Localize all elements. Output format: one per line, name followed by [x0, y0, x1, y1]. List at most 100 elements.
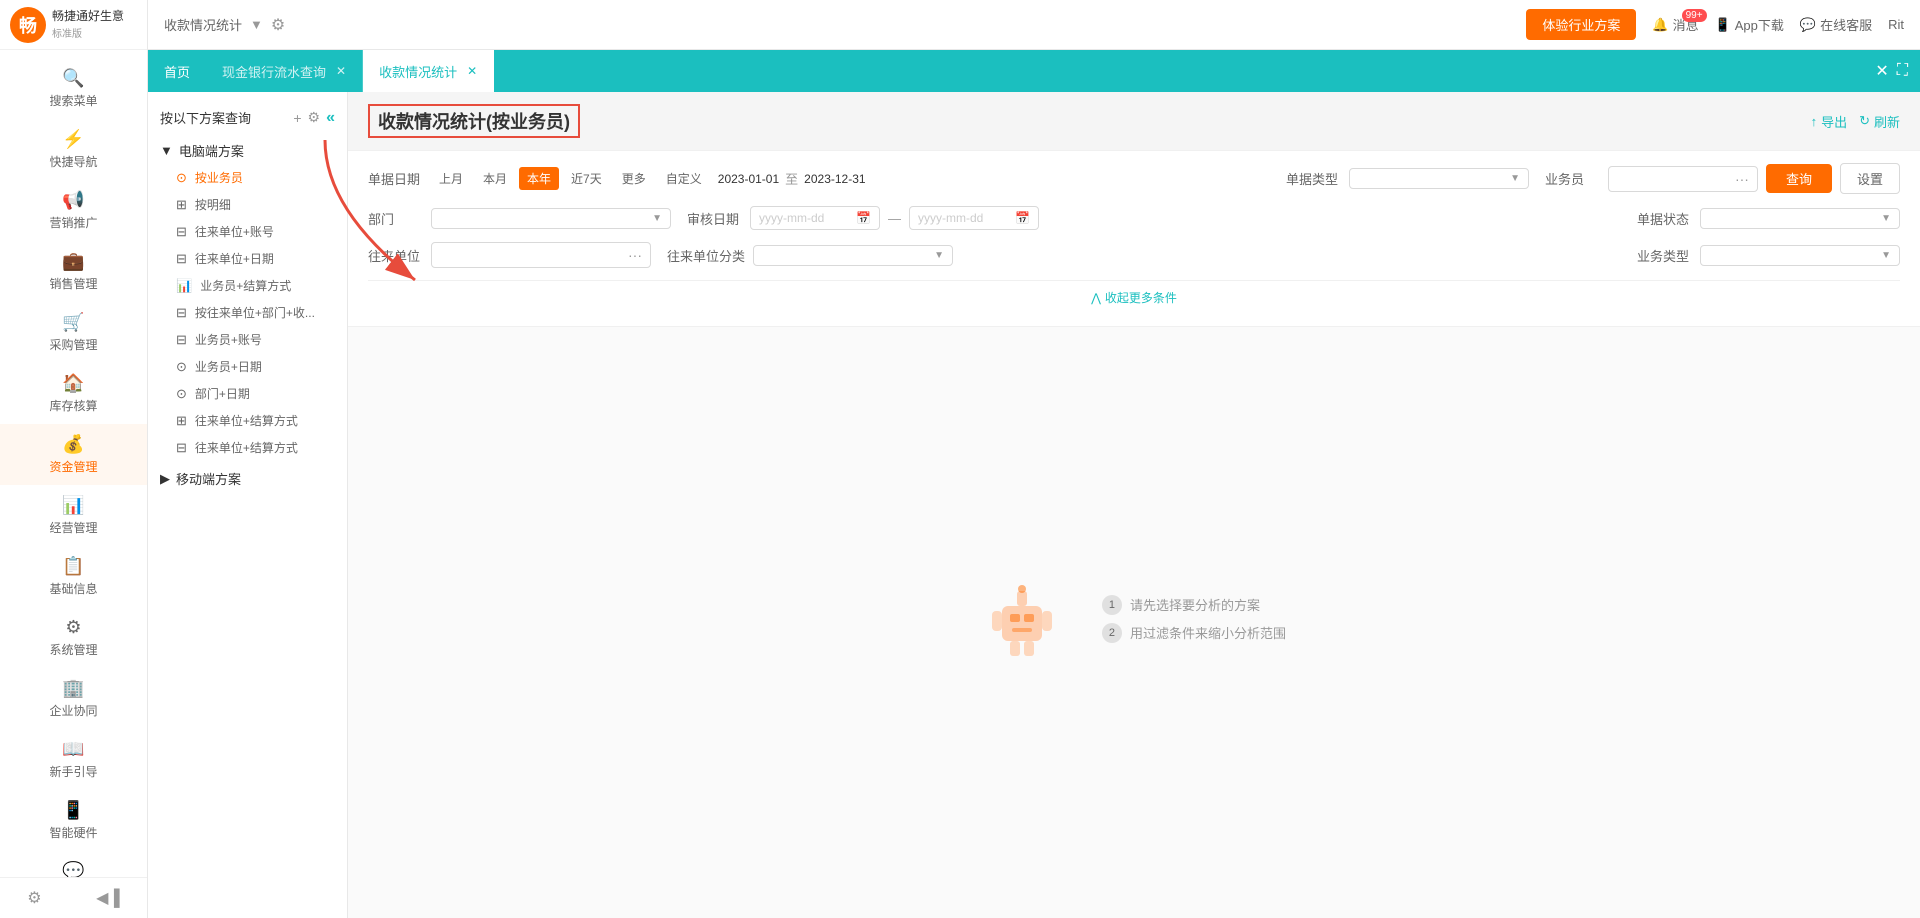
sidebar-item-wechat[interactable]: 💬 企业微信	[0, 851, 147, 877]
settings-footer-icon[interactable]: ⚙	[27, 888, 41, 908]
scheme-item-10[interactable]: ⊟ 往来单位+结算方式	[148, 434, 347, 461]
scheme-item-1[interactable]: ⊞ 按明细	[148, 191, 347, 218]
scheme-item-label-6: 业务员+账号	[195, 331, 262, 348]
sidebar-item-inventory[interactable]: 🏠 库存核算	[0, 363, 147, 424]
filter-date: 单据日期 上月 本月 本年 近7天 更多 自定义 2023-01-01 至	[368, 167, 866, 190]
sidebar-item-hardware[interactable]: 📱 智能硬件	[0, 790, 147, 851]
export-button[interactable]: ↑ 导出	[1811, 112, 1848, 131]
app-download-area[interactable]: 📱 App下载	[1715, 15, 1784, 34]
desktop-group-title[interactable]: ▼ 电脑端方案	[148, 137, 347, 164]
maximize-icon[interactable]: ⛶	[1897, 62, 1908, 80]
scheme-item-8[interactable]: ⊙ 部门+日期	[148, 380, 347, 407]
filter-doc-status: 单据状态 ▼	[1637, 208, 1900, 229]
date-tab-more[interactable]: 更多	[614, 167, 654, 190]
chevron-right-group-icon: ▶	[160, 471, 170, 487]
query-button[interactable]: 查询	[1766, 164, 1832, 193]
add-scheme-button[interactable]: +	[293, 110, 301, 126]
step-label-1: 请先选择要分析的方案	[1130, 595, 1260, 614]
topbar: 收款情况统计 ▼ ⚙ 体验行业方案 🔔 99+ 消息 📱 App下载 💬 在线客…	[148, 0, 1920, 50]
online-service-area[interactable]: 💬 在线客服	[1800, 15, 1872, 34]
date-divider: —	[888, 211, 901, 226]
scheme-settings-button[interactable]: ⚙	[308, 109, 321, 126]
collapse-scheme-button[interactable]: «	[326, 109, 335, 127]
scheme-item-icon-5: ⊟	[176, 305, 187, 321]
scheme-item-3[interactable]: ⊟ 往来单位+日期	[148, 245, 347, 272]
scheme-item-icon-3: ⊟	[176, 251, 187, 267]
sidebar-item-quicknav[interactable]: ⚡ 快捷导航	[0, 119, 147, 180]
biz-type-select[interactable]: ▼	[1700, 245, 1900, 266]
salesperson-select[interactable]: ···	[1608, 166, 1758, 192]
enterprise-icon: 🏢	[62, 678, 84, 699]
scheme-item-5[interactable]: ⊟ 按往来单位+部门+收...	[148, 299, 347, 326]
collapse-row: ⋀ 收起更多条件	[368, 280, 1900, 314]
doc-status-select[interactable]: ▼	[1700, 208, 1900, 229]
collapse-label: 收起更多条件	[1105, 289, 1177, 306]
doc-type-select[interactable]: ▼	[1349, 168, 1529, 189]
sidebar-item-marketing[interactable]: 📢 营销推广	[0, 180, 147, 241]
scheme-item-0[interactable]: ⊙ 按业务员	[148, 164, 347, 191]
doc-type-label: 单据类型	[1286, 169, 1341, 188]
scheme-item-7[interactable]: ⊙ 业务员+日期	[148, 353, 347, 380]
gear-topbar-icon[interactable]: ⚙	[271, 15, 285, 35]
collapse-link[interactable]: ⋀ 收起更多条件	[1091, 289, 1177, 306]
tab-home[interactable]: 首页	[148, 50, 206, 92]
refresh-button[interactable]: ↻ 刷新	[1859, 112, 1900, 131]
sidebar-item-finance[interactable]: 💰 资金管理	[0, 424, 147, 485]
user-area[interactable]: Rit	[1888, 17, 1904, 32]
home-label: 首页	[164, 62, 190, 81]
empty-illustration	[982, 576, 1062, 669]
date-tab-this-year[interactable]: 本年	[519, 167, 559, 190]
scheme-item-6[interactable]: ⊟ 业务员+账号	[148, 326, 347, 353]
biz-type-chevron-icon: ▼	[1881, 250, 1891, 261]
try-industry-button[interactable]: 体验行业方案	[1526, 9, 1636, 40]
tab-bank-flow[interactable]: 现金银行流水查询 ✕	[206, 50, 363, 92]
step-num-1: 1	[1102, 595, 1122, 615]
sidebar-item-enterprise[interactable]: 🏢 企业协同	[0, 668, 147, 729]
finance-icon: 💰	[62, 434, 84, 455]
scheme-item-4[interactable]: 📊 业务员+结算方式	[148, 272, 347, 299]
audit-date-from-input[interactable]: yyyy-mm-dd 📅	[750, 206, 880, 230]
counterpart-select[interactable]: ···	[431, 242, 651, 268]
date-range: 2023-01-01 至 2023-12-31	[718, 169, 866, 188]
purchase-icon: 🛒	[62, 312, 84, 333]
mobile-group-title[interactable]: ▶ 移动端方案	[148, 465, 347, 492]
scheme-item-icon-8: ⊙	[176, 386, 187, 402]
query-area: 收款情况统计(按业务员) ↑ 导出 ↻ 刷新 单据日期	[348, 92, 1920, 918]
notification-area[interactable]: 🔔 99+ 消息	[1652, 15, 1698, 34]
sidebar-item-sales[interactable]: 💼 销售管理	[0, 241, 147, 302]
scheme-item-icon-4: 📊	[176, 278, 192, 294]
sidebar-item-label: 新手引导	[49, 763, 97, 780]
counterpart-more-icon[interactable]: ···	[628, 247, 642, 263]
date-tab-this-month[interactable]: 本月	[475, 167, 515, 190]
search-icon: 🔍	[62, 68, 84, 89]
filter-settings-button[interactable]: 设置	[1840, 163, 1900, 194]
sidebar-item-purchase[interactable]: 🛒 采购管理	[0, 302, 147, 363]
sidebar-item-system[interactable]: ⚙ 系统管理	[0, 607, 147, 668]
counterpart-class-select[interactable]: ▼	[753, 245, 953, 266]
tab-close-icon[interactable]: ✕	[336, 64, 346, 78]
tab-bank-flow-label: 现金银行流水查询	[222, 62, 326, 81]
dept-select[interactable]: ▼	[431, 208, 671, 229]
sidebar-footer: ⚙ ◀▐	[0, 877, 147, 918]
scheme-item-2[interactable]: ⊟ 往来单位+账号	[148, 218, 347, 245]
audit-date-to-input[interactable]: yyyy-mm-dd 📅	[909, 206, 1039, 230]
date-tab-custom[interactable]: 自定义	[658, 167, 710, 190]
close-window-icon[interactable]: ✕	[1875, 61, 1888, 81]
date-tab-last-month[interactable]: 上月	[431, 167, 471, 190]
date-tab-7days[interactable]: 近7天	[563, 167, 610, 190]
sidebar-item-operations[interactable]: 📊 经营管理	[0, 485, 147, 546]
scheme-item-label-8: 部门+日期	[195, 385, 250, 402]
sidebar-item-guide[interactable]: 📖 新手引导	[0, 729, 147, 790]
collapse-sidebar-icon[interactable]: ◀▐	[96, 888, 120, 908]
scheme-item-icon-10: ⊟	[176, 440, 187, 456]
scheme-header-title: 按以下方案查询	[160, 108, 251, 127]
inventory-icon: 🏠	[62, 373, 84, 394]
tab-receipt-stats[interactable]: 收款情况统计 ✕	[363, 50, 494, 92]
sidebar: 畅 畅捷通好生意 标准版 🔍 搜索菜单 ⚡ 快捷导航 📢 营销推广 💼 销售管理…	[0, 0, 148, 918]
tab-receipt-close-icon[interactable]: ✕	[467, 64, 477, 78]
sidebar-item-basicinfo[interactable]: 📋 基础信息	[0, 546, 147, 607]
filter-counterpart: 往来单位 ···	[368, 242, 651, 268]
sidebar-item-search[interactable]: 🔍 搜索菜单	[0, 58, 147, 119]
more-icon[interactable]: ···	[1735, 171, 1749, 187]
scheme-item-9[interactable]: ⊞ 往来单位+结算方式	[148, 407, 347, 434]
